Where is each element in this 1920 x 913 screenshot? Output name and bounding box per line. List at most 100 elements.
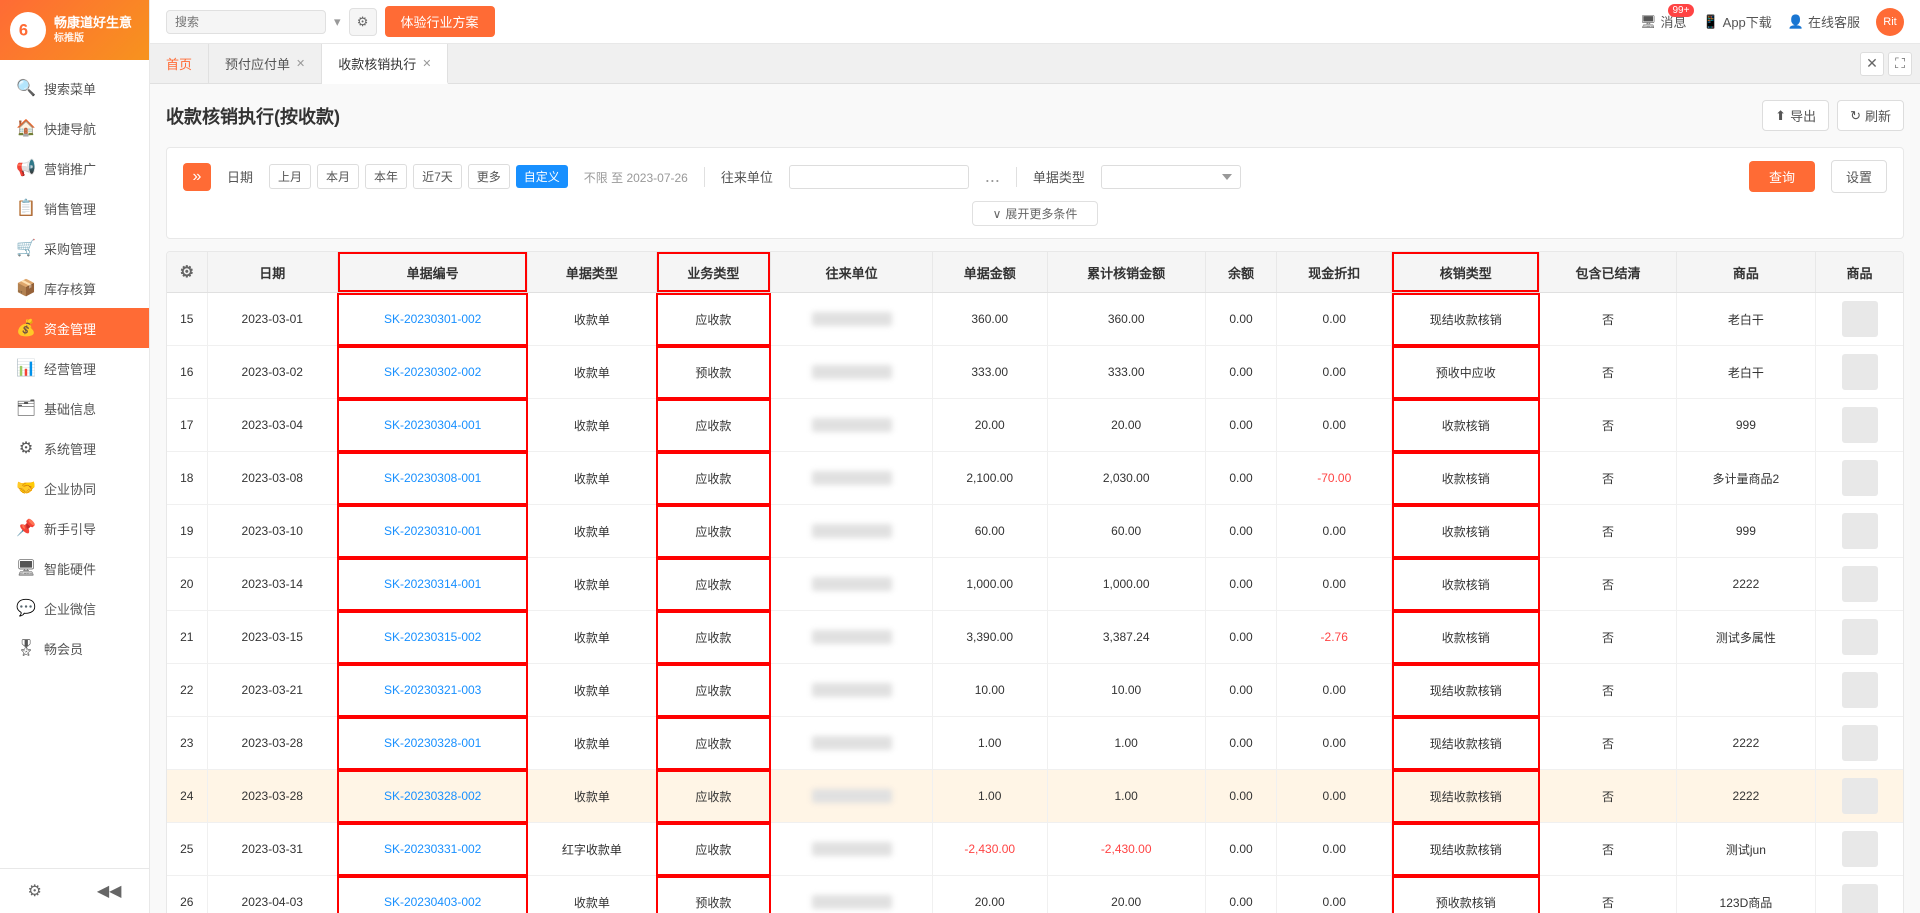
sidebar-item-inventory[interactable]: 📦 库存核算 [0,268,149,308]
col-settings-icon[interactable]: ⚙ [180,264,194,281]
col-write-off: 累计核销金额 [1047,252,1205,293]
bill-no-link[interactable]: SK-20230328-002 [384,789,481,803]
sidebar-item-marketing[interactable]: 📢 营销推广 [0,148,149,188]
row-biz-type: 应收款 [656,452,771,505]
query-button[interactable]: 查询 [1749,161,1815,192]
bill-no-link[interactable]: SK-20230314-001 [384,577,481,591]
row-no: 26 [167,876,207,913]
filter-area: » 日期 上月 本月 本年 近7天 更多 自定义 不限 至 2023-07-26… [166,147,1904,239]
tab-home[interactable]: 首页 [150,44,209,83]
user-avatar[interactable]: Rit [1876,8,1904,36]
bill-no-link[interactable]: SK-20230308-001 [384,471,481,485]
logo-icon: 6 [10,12,46,48]
col-settings: ⚙ [167,252,207,293]
row-no: 16 [167,346,207,399]
row-amount: -2,430.00 [932,823,1047,876]
tab-collection[interactable]: 收款核销执行 ✕ [322,44,448,84]
bill-no-link[interactable]: SK-20230304-001 [384,418,481,432]
row-partner [771,770,932,823]
goods-thumb [1816,823,1903,876]
sidebar-item-basic[interactable]: 🗂 基础信息 [0,388,149,428]
bill-no-link[interactable]: SK-20230310-001 [384,524,481,538]
purchase-icon: 🛒 [16,238,36,258]
sidebar-item-finance[interactable]: 💰 资金管理 [0,308,149,348]
col-partner: 往来单位 [771,252,932,293]
bill-no-link[interactable]: SK-20230301-002 [384,312,481,326]
table-row: 20 2023-03-14 SK-20230314-001 收款单 应收款 1,… [167,558,1903,611]
date-btn-this-month[interactable]: 本月 [317,164,359,189]
date-btn-more[interactable]: 更多 [468,164,510,189]
bill-no-link[interactable]: SK-20230403-002 [384,895,481,909]
tab-maximize-btn[interactable]: ⛶ [1888,52,1912,76]
row-bill-no: SK-20230304-001 [337,399,527,452]
row-goods: 2222 [1676,770,1815,823]
gear-button[interactable]: ⚙ [349,8,377,36]
notification-button[interactable]: 🖥 消息 99+ [1640,12,1687,31]
bill-no-link[interactable]: SK-20230321-003 [384,683,481,697]
expand-button[interactable]: ∨ 展开更多条件 [972,201,1099,226]
sidebar-item-purchase[interactable]: 🛒 采购管理 [0,228,149,268]
export-button[interactable]: ⬆ 导出 [1762,100,1829,131]
row-bill-type: 收款单 [528,717,656,770]
sidebar-item-operation[interactable]: 📊 经营管理 [0,348,149,388]
row-included: 否 [1540,346,1676,399]
sidebar-item-guide[interactable]: 📌 新手引导 [0,508,149,548]
settings-button[interactable]: 设置 [1831,160,1887,193]
bill-no-link[interactable]: SK-20230302-002 [384,365,481,379]
row-cash-discount: 0.00 [1277,558,1392,611]
partner-input[interactable] [789,165,969,189]
page-header: 收款核销执行(按收款) ⬆ 导出 ↻ 刷新 [166,100,1904,131]
app-download-button[interactable]: 📱 App下载 [1702,12,1771,31]
sidebar-collapse-icon[interactable]: ◀◀ [97,881,122,901]
filter-toggle-btn[interactable]: » [183,163,211,191]
table-row: 15 2023-03-01 SK-20230301-002 收款单 应收款 36… [167,293,1903,346]
sidebar-item-enterprise[interactable]: 🤝 企业协同 [0,468,149,508]
row-amount: 10.00 [932,664,1047,717]
sidebar-item-member[interactable]: 🎖 畅会员 [0,628,149,668]
row-partner [771,823,932,876]
row-partner [771,876,932,913]
goods-thumb [1816,611,1903,664]
row-goods: 999 [1676,399,1815,452]
date-btn-this-year[interactable]: 本年 [365,164,407,189]
date-label: 日期 [227,167,253,186]
sidebar-item-system[interactable]: ⚙ 系统管理 [0,428,149,468]
expand-icon: ∨ [993,207,1002,221]
sidebar-item-search[interactable]: 🔍 搜索菜单 [0,68,149,108]
row-amount: 60.00 [932,505,1047,558]
sidebar-item-sales[interactable]: 📋 销售管理 [0,188,149,228]
bill-no-link[interactable]: SK-20230315-002 [384,630,481,644]
date-custom-btn[interactable]: 自定义 [516,165,568,188]
bill-no-link[interactable]: SK-20230328-001 [384,736,481,750]
bill-no-link[interactable]: SK-20230331-002 [384,842,481,856]
row-date: 2023-03-31 [207,823,337,876]
tab-close-window-btn[interactable]: ✕ [1860,52,1884,76]
sidebar-settings-icon[interactable]: ⚙ [28,881,42,901]
goods-thumb [1816,770,1903,823]
row-bill-type: 收款单 [528,452,656,505]
col-biz-type: 业务类型 [656,252,771,293]
sidebar-item-wechat[interactable]: 💬 企业微信 [0,588,149,628]
row-partner [771,346,932,399]
row-bill-no: SK-20230315-002 [337,611,527,664]
tab-close-icon[interactable]: ✕ [296,57,305,70]
industry-button[interactable]: 体验行业方案 [385,6,495,37]
sidebar-item-quicknav[interactable]: 🏠 快捷导航 [0,108,149,148]
date-btn-last-month[interactable]: 上月 [269,164,311,189]
topbar-right: 🖥 消息 99+ 📱 App下载 👤 在线客服 Rit [1640,8,1904,36]
search-input[interactable] [166,10,326,34]
date-btn-7days[interactable]: 近7天 [413,164,462,189]
tab-close-active-icon[interactable]: ✕ [422,57,431,70]
row-bill-no: SK-20230302-002 [337,346,527,399]
bill-type-select[interactable] [1101,165,1241,189]
row-type: 收款核销 [1392,611,1540,664]
row-no: 24 [167,770,207,823]
tab-bar: 首页 预付应付单 ✕ 收款核销执行 ✕ ✕ ⛶ [150,44,1920,84]
filter-dots[interactable]: ... [985,166,1000,187]
tab-prepayment[interactable]: 预付应付单 ✕ [209,44,322,83]
row-balance: 0.00 [1205,346,1277,399]
online-service-button[interactable]: 👤 在线客服 [1788,12,1860,31]
refresh-button[interactable]: ↻ 刷新 [1837,100,1904,131]
export-icon: ⬆ [1775,108,1786,124]
sidebar-item-hardware[interactable]: 🖥 智能硬件 [0,548,149,588]
